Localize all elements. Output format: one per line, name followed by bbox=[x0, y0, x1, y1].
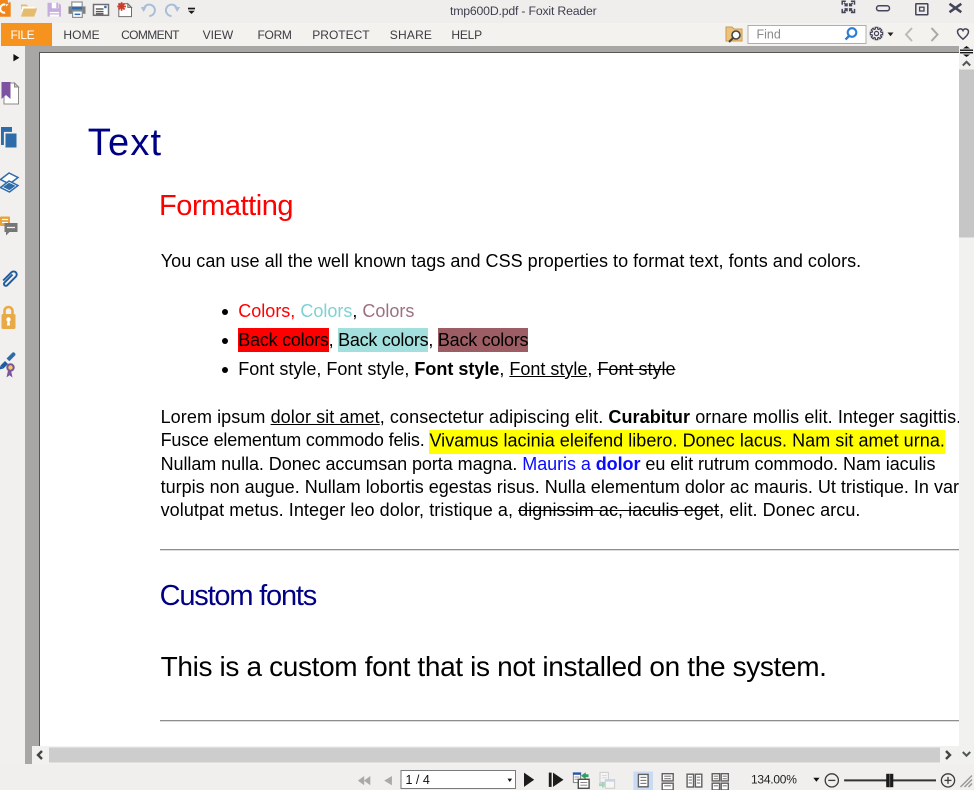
svg-text:134.00%: 134.00% bbox=[751, 772, 797, 786]
svg-text:1 / 4: 1 / 4 bbox=[406, 773, 430, 787]
svg-text:Find: Find bbox=[757, 28, 781, 42]
